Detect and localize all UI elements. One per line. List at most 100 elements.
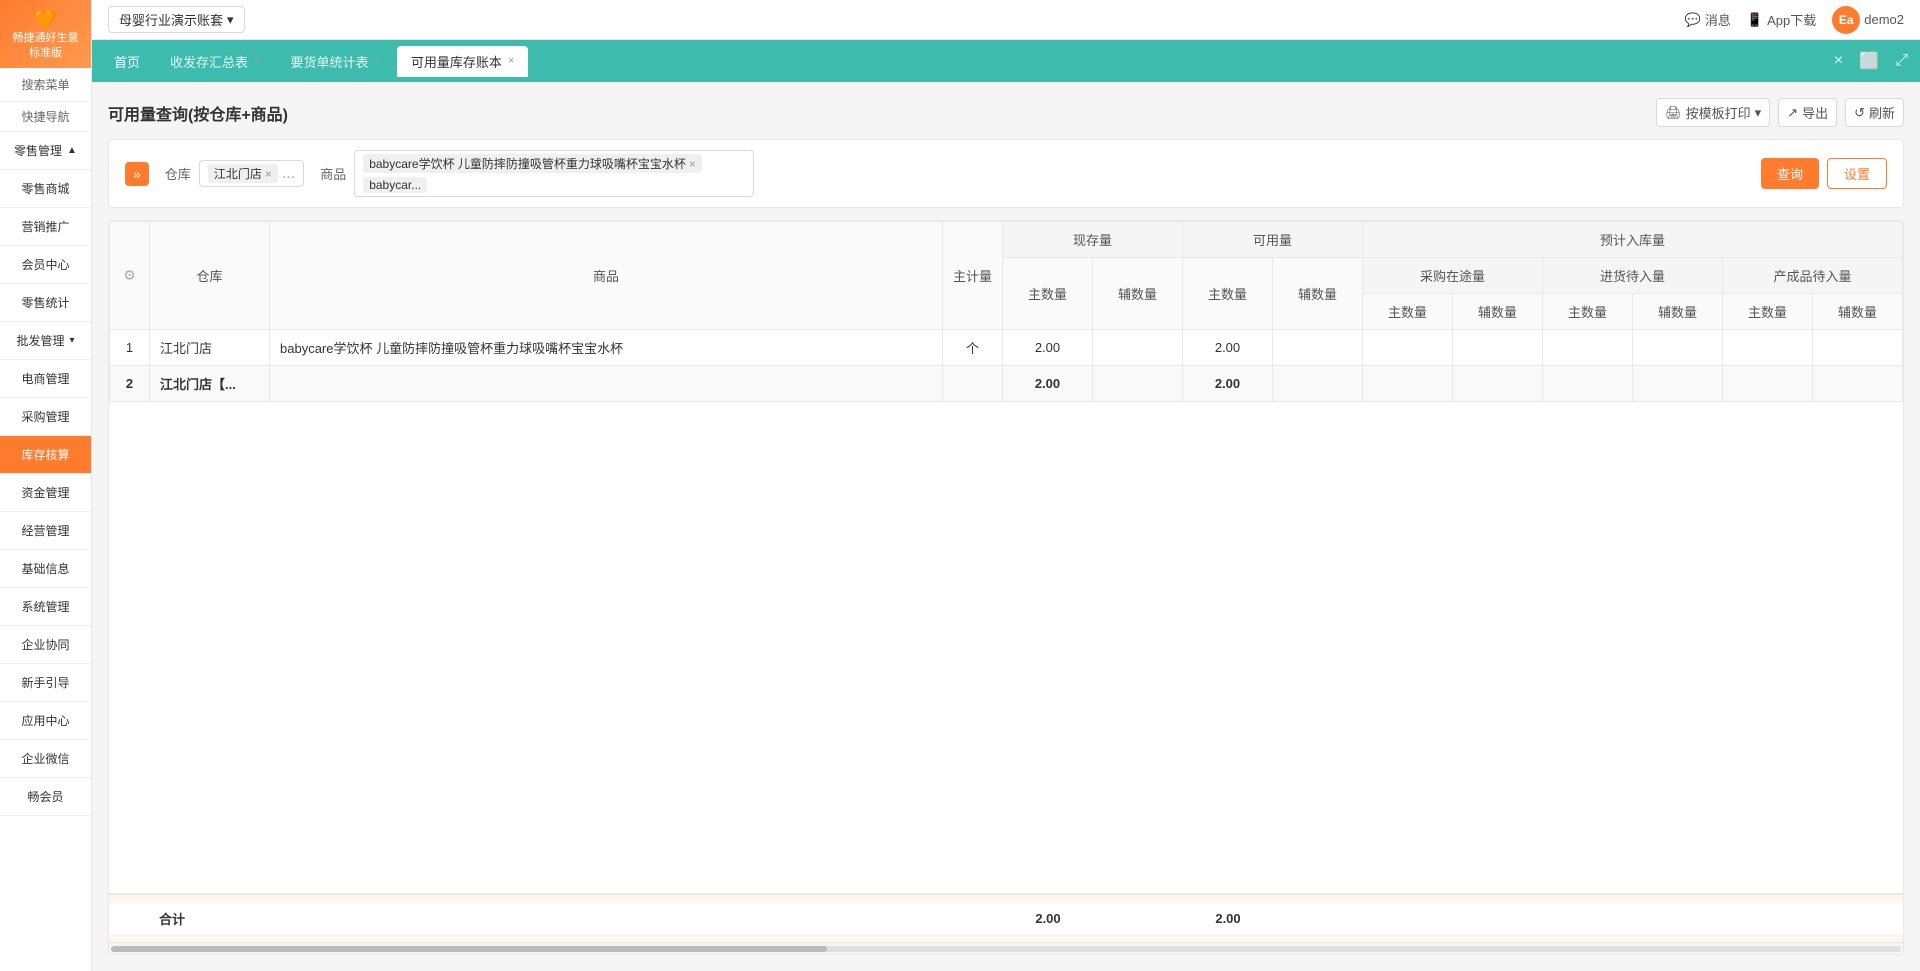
- query-button[interactable]: 查询: [1761, 158, 1819, 189]
- industry-selector[interactable]: 母婴行业演示账套 ▾: [108, 6, 245, 33]
- subtotal-avail-aux: [1273, 366, 1363, 402]
- sidebar-item-label: 系统管理: [21, 598, 69, 615]
- row-product: babycare学饮杯 儿童防摔防撞吸管杯重力球吸嘴杯宝宝水杯: [270, 330, 943, 366]
- print-label: 按模板打印: [1686, 103, 1751, 122]
- table-footer: 合计 2.00 2.00: [109, 893, 1903, 942]
- settings-button[interactable]: 设置: [1827, 158, 1887, 189]
- tab-available-stock[interactable]: 可用量库存账本 ×: [397, 46, 528, 77]
- row-purchase-main: [1363, 330, 1453, 366]
- refresh-button[interactable]: ↺ 刷新: [1845, 98, 1904, 127]
- footer-empty-2: [269, 903, 943, 934]
- download-icon: 📱: [1747, 12, 1763, 28]
- sidebar-item-label: 零售商城: [21, 180, 69, 197]
- row-unit: 个: [942, 330, 1002, 366]
- warehouse-filter-more-icon[interactable]: ...: [282, 165, 295, 183]
- sidebar-item-marketing[interactable]: 营销推广: [0, 208, 91, 246]
- product-filter-value[interactable]: babycare学饮杯 儿童防摔防撞吸管杯重力球吸嘴杯宝宝水杯 × babyca…: [354, 150, 754, 197]
- th-settings[interactable]: ⚙: [110, 222, 150, 330]
- sidebar-item-label: 经营管理: [21, 522, 69, 539]
- warehouse-tag-remove[interactable]: ×: [265, 167, 272, 181]
- warehouse-tag[interactable]: 江北门店 ×: [208, 164, 278, 183]
- footer-empty-5: [1273, 903, 1363, 934]
- logo-icon: 🧡: [6, 8, 85, 31]
- sidebar-item-vip-member[interactable]: 畅会员: [0, 778, 91, 816]
- sidebar-item-ecommerce[interactable]: 电商管理: [0, 360, 91, 398]
- th-avail-aux-qty: 辅数量: [1273, 258, 1363, 330]
- sidebar-item-app-center[interactable]: 应用中心: [0, 702, 91, 740]
- logo-line2: 标准版: [6, 46, 85, 60]
- sidebar-item-retail-mall[interactable]: 零售商城: [0, 170, 91, 208]
- app-download-button[interactable]: 📱 App下载: [1747, 10, 1816, 29]
- sidebar-item-wholesale-mgmt[interactable]: 批发管理 ▾: [0, 322, 91, 360]
- footer-empty-9: [1633, 903, 1723, 934]
- product-tag-2-text: babycar...: [369, 178, 421, 192]
- sidebar-item-system[interactable]: 系统管理: [0, 588, 91, 626]
- sidebar-item-member-center[interactable]: 会员中心: [0, 246, 91, 284]
- sidebar-item-label: 应用中心: [21, 712, 69, 729]
- sidebar-item-purchase[interactable]: 采购管理: [0, 398, 91, 436]
- restore-window-button[interactable]: ⬜: [1855, 47, 1883, 75]
- footer-total-avail: 2.00: [1183, 903, 1273, 934]
- horizontal-scrollbar[interactable]: [109, 942, 1903, 954]
- row-purchase-aux: [1453, 330, 1543, 366]
- sidebar-item-wechat-work[interactable]: 企业微信: [0, 740, 91, 778]
- gear-icon[interactable]: ⚙: [123, 267, 136, 283]
- row-num: 1: [110, 330, 150, 366]
- sidebar-item-retail-mgmt[interactable]: 零售管理 ▲: [0, 132, 91, 170]
- tab-receive-send[interactable]: 收发存汇总表 ×: [156, 46, 274, 77]
- tab-home[interactable]: 首页: [100, 46, 154, 77]
- sidebar-item-inventory[interactable]: 库存核算: [0, 436, 91, 474]
- footer-empty-4: [1093, 903, 1183, 934]
- subtotal-purchase-aux: [1453, 366, 1543, 402]
- sidebar-item-finance[interactable]: 资金管理: [0, 474, 91, 512]
- sidebar-item-label: 批发管理: [16, 332, 64, 349]
- warehouse-filter-label: 仓库: [165, 164, 191, 183]
- refresh-label: 刷新: [1869, 103, 1895, 122]
- sidebar-logo[interactable]: 🧡 畅捷通好生意 标准版: [0, 0, 91, 68]
- product-tag-1-remove[interactable]: ×: [689, 157, 696, 171]
- user-profile-button[interactable]: Ea demo2: [1832, 6, 1904, 34]
- th-arriving-main: 主数量: [1543, 294, 1633, 330]
- row-stock-aux: [1093, 330, 1183, 366]
- close-all-tabs-button[interactable]: ×: [1830, 48, 1847, 74]
- tab-close-icon[interactable]: ×: [254, 55, 260, 67]
- print-button[interactable]: 🖨 按模板打印 ▾: [1656, 98, 1770, 127]
- tab-order-stats[interactable]: 要货单统计表 ×: [276, 46, 394, 77]
- sidebar-item-label: 新手引导: [21, 674, 69, 691]
- sidebar-item-retail-stats[interactable]: 零售统计: [0, 284, 91, 322]
- th-current-stock: 现存量: [1003, 222, 1183, 258]
- expand-window-button[interactable]: ⤢: [1891, 48, 1912, 74]
- page-title: 可用量查询(按仓库+商品): [108, 101, 288, 125]
- th-goods-arriving: 进货待入量: [1543, 258, 1723, 294]
- scrollbar-track[interactable]: [111, 946, 1901, 952]
- warehouse-filter-value[interactable]: 江北门店 × ...: [199, 160, 304, 187]
- sidebar-item-operations[interactable]: 经营管理: [0, 512, 91, 550]
- table-wrapper[interactable]: ⚙ 仓库 商品 主计量 现存量 可用量 预计入库量 主数量 辅数量: [109, 221, 1903, 893]
- subtotal-production-main: [1723, 366, 1813, 402]
- tab-close-icon[interactable]: ×: [374, 55, 380, 67]
- chevron-down-icon: ▾: [69, 335, 74, 346]
- sidebar-item-label: 营销推广: [21, 218, 69, 235]
- footer-total-stock: 2.00: [1003, 903, 1093, 934]
- sidebar-item-enterprise-collab[interactable]: 企业协同: [0, 626, 91, 664]
- footer-empty-11: [1813, 903, 1903, 934]
- sidebar-search-menu[interactable]: 搜索菜单: [0, 68, 91, 102]
- product-tag-2[interactable]: babycar...: [363, 177, 427, 193]
- tab-label: 首页: [114, 52, 140, 71]
- product-tag-1[interactable]: babycare学饮杯 儿童防摔防撞吸管杯重力球吸嘴杯宝宝水杯 ×: [363, 154, 702, 173]
- topbar-right: 💬 消息 📱 App下载 Ea demo2: [1685, 6, 1904, 34]
- subtotal-product: [270, 366, 943, 402]
- message-button[interactable]: 💬 消息: [1685, 10, 1731, 29]
- sidebar-quick-nav[interactable]: 快捷导航: [0, 102, 91, 132]
- row-arriving-main: [1543, 330, 1633, 366]
- sidebar: 🧡 畅捷通好生意 标准版 搜索菜单 快捷导航 零售管理 ▲ 零售商城 营销推广 …: [0, 0, 92, 971]
- filter-toggle-button[interactable]: »: [125, 162, 149, 186]
- tab-close-icon[interactable]: ×: [508, 55, 514, 67]
- scrollbar-thumb[interactable]: [111, 946, 827, 952]
- sidebar-item-new-guide[interactable]: 新手引导: [0, 664, 91, 702]
- sidebar-item-basic-info[interactable]: 基础信息: [0, 550, 91, 588]
- row-production-aux: [1813, 330, 1903, 366]
- export-button[interactable]: ↗ 导出: [1778, 98, 1837, 127]
- row-arriving-aux: [1633, 330, 1723, 366]
- sidebar-item-label: 企业微信: [21, 750, 69, 767]
